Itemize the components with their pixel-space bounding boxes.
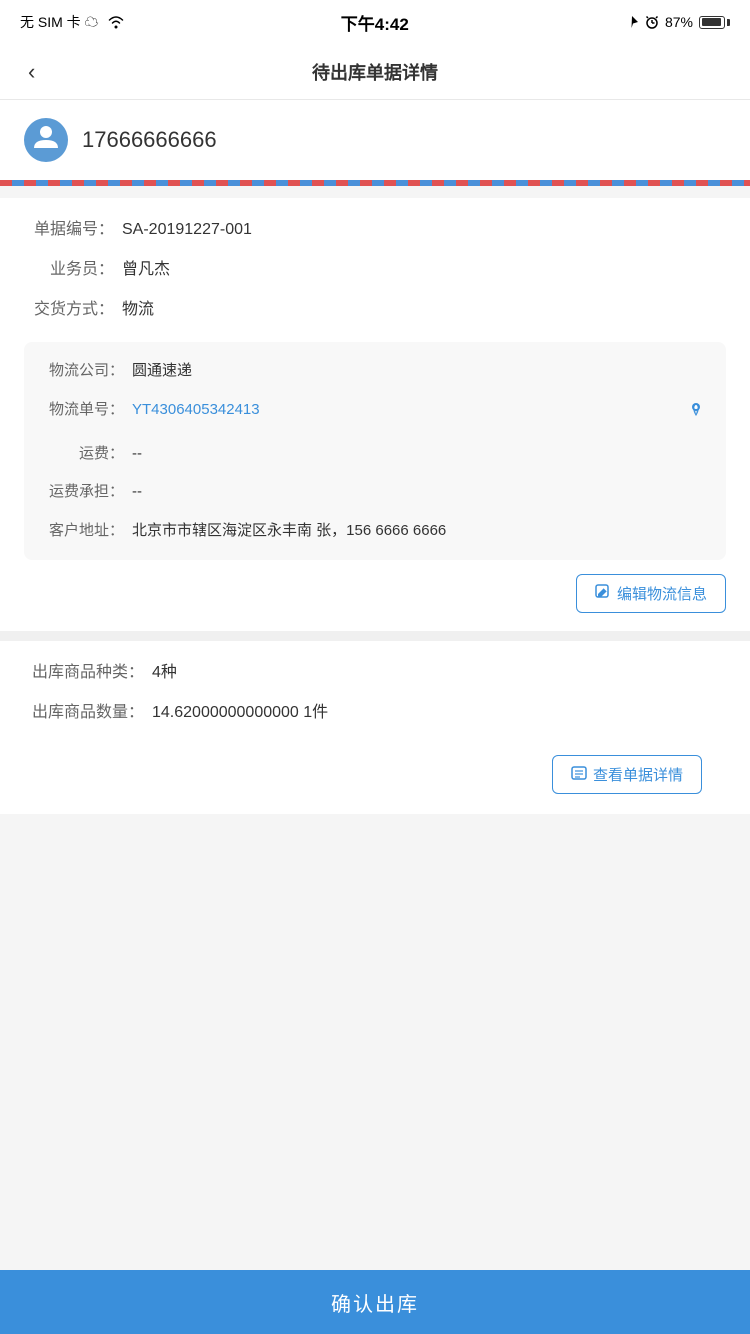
- logistics-company-value: 圆通速递: [132, 360, 706, 383]
- avatar: [24, 118, 68, 162]
- wifi-icon: [107, 15, 125, 29]
- freight-bear-label: 运费承担：: [44, 481, 124, 504]
- logistics-company-row: 物流公司： 圆通速递: [44, 360, 706, 383]
- map-pin-icon[interactable]: [686, 399, 706, 427]
- confirm-button-wrapper: 确认出库: [0, 1270, 750, 1334]
- logistics-section: 物流公司： 圆通速递 物流单号： YT4306405342413 运费： -- …: [0, 342, 750, 631]
- confirm-out-button[interactable]: 确认出库: [0, 1270, 750, 1334]
- goods-types-label: 出库商品种类：: [24, 661, 144, 685]
- decorative-divider: [0, 180, 750, 186]
- salesperson-label: 业务员：: [24, 258, 114, 282]
- customer-phone: 17666666666: [82, 127, 217, 153]
- salesperson-row: 业务员： 曾凡杰: [24, 258, 726, 282]
- freight-bear-row: 运费承担： --: [44, 481, 706, 504]
- order-info-section: 单据编号： SA-20191227-001 业务员： 曾凡杰 交货方式： 物流: [0, 198, 750, 342]
- page-title: 待出库单据详情: [312, 59, 438, 85]
- doc-number-label: 单据编号：: [24, 218, 114, 242]
- sim-text: 无 SIM 卡 ☁: [20, 12, 99, 32]
- goods-section: 出库商品种类： 4种 出库商品数量： 14.62000000000000 1件 …: [0, 641, 750, 814]
- tracking-value: YT4306405342413: [132, 399, 676, 422]
- delivery-row: 交货方式： 物流: [24, 298, 726, 322]
- back-button[interactable]: ‹: [20, 51, 43, 93]
- person-icon: [31, 122, 61, 159]
- edit-logistics-button[interactable]: 编辑物流信息: [576, 574, 726, 613]
- status-left: 无 SIM 卡 ☁: [20, 12, 125, 32]
- doc-number-value: SA-20191227-001: [122, 218, 726, 242]
- logistics-company-label: 物流公司：: [44, 360, 124, 383]
- goods-quantity-row: 出库商品数量： 14.62000000000000 1件: [24, 701, 726, 725]
- edit-logistics-label: 编辑物流信息: [617, 583, 707, 604]
- salesperson-value: 曾凡杰: [122, 258, 726, 282]
- logistics-card: 物流公司： 圆通速递 物流单号： YT4306405342413 运费： -- …: [24, 342, 726, 560]
- goods-quantity-label: 出库商品数量：: [24, 701, 144, 725]
- view-detail-button[interactable]: 查看单据详情: [552, 755, 702, 794]
- edit-icon: [595, 584, 611, 603]
- doc-number-row: 单据编号： SA-20191227-001: [24, 218, 726, 242]
- delivery-label: 交货方式：: [24, 298, 114, 322]
- edit-button-area: 编辑物流信息: [0, 560, 750, 613]
- customer-section: 17666666666: [0, 100, 750, 180]
- address-value: 北京市市辖区海淀区永丰南 张，156 6666 6666: [132, 520, 706, 543]
- goods-quantity-value: 14.62000000000000 1件: [152, 701, 726, 725]
- nav-bar: ‹ 待出库单据详情: [0, 44, 750, 100]
- status-time: 下午4:42: [341, 10, 409, 35]
- tracking-label: 物流单号：: [44, 399, 124, 422]
- battery-percent: 87%: [665, 14, 693, 30]
- delivery-value: 物流: [122, 298, 726, 322]
- goods-types-row: 出库商品种类： 4种: [24, 661, 726, 685]
- address-label: 客户地址：: [44, 520, 124, 543]
- freight-bear-value: --: [132, 481, 706, 504]
- section-separator: [0, 631, 750, 641]
- alarm-icon: [645, 15, 659, 29]
- list-icon: [571, 765, 587, 785]
- status-bar: 无 SIM 卡 ☁ 下午4:42 87%: [0, 0, 750, 44]
- freight-label: 运费：: [44, 443, 124, 466]
- battery-icon: [699, 16, 730, 29]
- tracking-row: 物流单号： YT4306405342413: [44, 399, 706, 427]
- address-row: 客户地址： 北京市市辖区海淀区永丰南 张，156 6666 6666: [44, 520, 706, 543]
- goods-types-value: 4种: [152, 661, 726, 685]
- status-right: 87%: [625, 14, 730, 30]
- detail-button-area: 查看单据详情: [24, 741, 726, 794]
- bottom-spacer: [0, 814, 750, 994]
- view-detail-label: 查看单据详情: [593, 764, 683, 785]
- freight-value: --: [132, 443, 706, 466]
- freight-row: 运费： --: [44, 443, 706, 466]
- location-arrow-icon: [625, 15, 639, 29]
